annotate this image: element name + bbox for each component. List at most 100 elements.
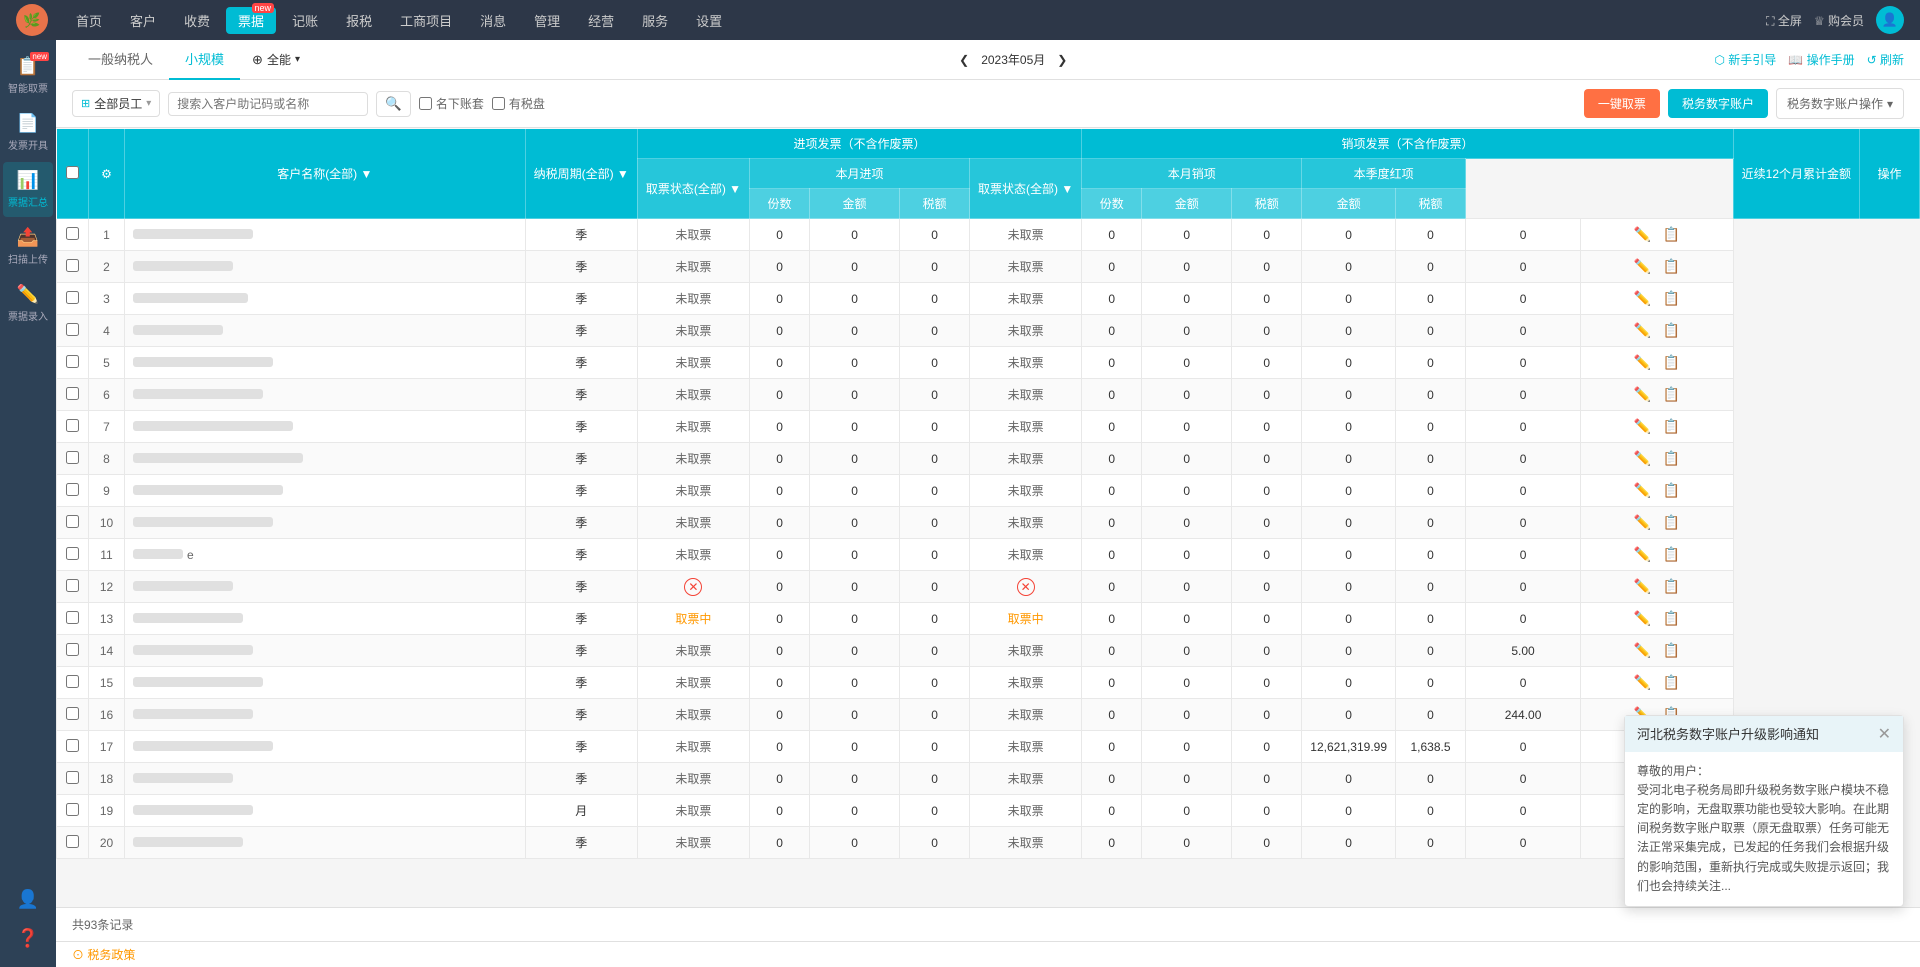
copy-btn[interactable]: 📋 xyxy=(1659,672,1684,693)
sidebar-item-ticket-summary[interactable]: 📊 票据汇总 xyxy=(3,162,53,217)
copy-btn[interactable]: 📋 xyxy=(1659,608,1684,629)
filter-has-tax-disk[interactable]: 有税盘 xyxy=(492,95,545,112)
fullscreen-btn[interactable]: ⛶ 全屏 xyxy=(1766,12,1802,29)
row-checkbox[interactable] xyxy=(66,483,79,496)
row-checkbox[interactable] xyxy=(66,707,79,720)
row-checkbox[interactable] xyxy=(66,643,79,656)
tab-small-scale[interactable]: 小规模 xyxy=(169,40,240,80)
copy-btn[interactable]: 📋 xyxy=(1659,448,1684,469)
sidebar-item-help[interactable]: ❓ xyxy=(3,920,53,957)
edit-btn[interactable]: ✏️ xyxy=(1630,512,1655,533)
tax-policy-bar[interactable]: ⊙ 税务政策 xyxy=(56,941,1920,967)
th-settings[interactable]: ⚙ xyxy=(89,129,125,219)
new-guide-btn[interactable]: ⬡ 新手引导 xyxy=(1714,51,1776,68)
nav-home[interactable]: 首页 xyxy=(64,7,114,34)
row-checkbox-cell[interactable] xyxy=(57,347,89,379)
row-checkbox[interactable] xyxy=(66,291,79,304)
nav-tickets[interactable]: 票据 new xyxy=(226,7,276,34)
copy-btn[interactable]: 📋 xyxy=(1659,384,1684,405)
nav-operations[interactable]: 经营 xyxy=(576,7,626,34)
edit-btn[interactable]: ✏️ xyxy=(1630,352,1655,373)
row-checkbox-cell[interactable] xyxy=(57,763,89,795)
row-checkbox[interactable] xyxy=(66,803,79,816)
th-in-fetch-status[interactable]: 取票状态(全部) ▼ xyxy=(637,159,749,219)
row-checkbox[interactable] xyxy=(66,355,79,368)
edit-btn[interactable]: ✏️ xyxy=(1630,480,1655,501)
period-next-btn[interactable]: ❯ xyxy=(1057,53,1067,67)
nav-accounting[interactable]: 记账 xyxy=(280,7,330,34)
edit-btn[interactable]: ✏️ xyxy=(1630,672,1655,693)
nav-clients[interactable]: 客户 xyxy=(118,7,168,34)
row-checkbox[interactable] xyxy=(66,675,79,688)
filter-under-account[interactable]: 名下账套 xyxy=(419,95,484,112)
row-checkbox-cell[interactable] xyxy=(57,251,89,283)
tab-general-taxpayer[interactable]: 一般纳税人 xyxy=(72,40,169,80)
copy-btn[interactable]: 📋 xyxy=(1659,256,1684,277)
row-checkbox[interactable] xyxy=(66,515,79,528)
row-checkbox[interactable] xyxy=(66,419,79,432)
row-checkbox[interactable] xyxy=(66,547,79,560)
row-checkbox-cell[interactable] xyxy=(57,795,89,827)
edit-btn[interactable]: ✏️ xyxy=(1630,608,1655,629)
manual-btn[interactable]: 📖 操作手册 xyxy=(1788,51,1854,68)
row-checkbox[interactable] xyxy=(66,323,79,336)
row-checkbox-cell[interactable] xyxy=(57,283,89,315)
edit-btn[interactable]: ✏️ xyxy=(1630,320,1655,341)
nav-service[interactable]: 服务 xyxy=(630,7,680,34)
sidebar-item-scan-upload[interactable]: 📤 扫描上传 xyxy=(3,219,53,274)
tax-ops-btn[interactable]: 税务数字账户操作 ▾ xyxy=(1776,88,1904,119)
nav-fees[interactable]: 收费 xyxy=(172,7,222,34)
tab-all-capable[interactable]: ⊕ 全能 ▾ xyxy=(240,51,312,68)
row-checkbox-cell[interactable] xyxy=(57,219,89,251)
member-btn[interactable]: ♕ 购会员 xyxy=(1814,12,1864,29)
user-avatar[interactable]: 👤 xyxy=(1876,6,1904,34)
notification-close-btn[interactable]: ✕ xyxy=(1878,724,1891,744)
edit-btn[interactable]: ✏️ xyxy=(1630,256,1655,277)
tax-disk-checkbox[interactable] xyxy=(492,97,505,110)
copy-btn[interactable]: 📋 xyxy=(1659,288,1684,309)
edit-btn[interactable]: ✏️ xyxy=(1630,576,1655,597)
edit-btn[interactable]: ✏️ xyxy=(1630,384,1655,405)
row-checkbox-cell[interactable] xyxy=(57,603,89,635)
row-checkbox-cell[interactable] xyxy=(57,635,89,667)
row-checkbox-cell[interactable] xyxy=(57,315,89,347)
row-checkbox-cell[interactable] xyxy=(57,699,89,731)
th-select-all[interactable] xyxy=(57,129,89,219)
sidebar-item-ticket-entry[interactable]: ✏️ 票据录入 xyxy=(3,276,53,331)
sidebar-item-invoice-open[interactable]: 📄 发票开具 xyxy=(3,105,53,160)
edit-btn[interactable]: ✏️ xyxy=(1630,224,1655,245)
edit-btn[interactable]: ✏️ xyxy=(1630,640,1655,661)
nav-tax[interactable]: 报税 xyxy=(334,7,384,34)
staff-select[interactable]: ⊞ 全部员工 ▾ xyxy=(72,90,160,117)
select-all-checkbox[interactable] xyxy=(66,166,79,179)
row-checkbox-cell[interactable] xyxy=(57,539,89,571)
row-checkbox[interactable] xyxy=(66,771,79,784)
row-checkbox[interactable] xyxy=(66,387,79,400)
nav-settings[interactable]: 设置 xyxy=(684,7,734,34)
row-checkbox-cell[interactable] xyxy=(57,731,89,763)
quick-ticket-btn[interactable]: 一键取票 xyxy=(1584,89,1660,118)
th-tax-period[interactable]: 纳税周期(全部) ▼ xyxy=(525,129,637,219)
row-checkbox-cell[interactable] xyxy=(57,507,89,539)
copy-btn[interactable]: 📋 xyxy=(1659,480,1684,501)
search-input[interactable] xyxy=(168,92,368,116)
copy-btn[interactable]: 📋 xyxy=(1659,576,1684,597)
edit-btn[interactable]: ✏️ xyxy=(1630,416,1655,437)
under-account-checkbox[interactable] xyxy=(419,97,432,110)
nav-business[interactable]: 工商项目 xyxy=(388,7,464,34)
row-checkbox-cell[interactable] xyxy=(57,827,89,859)
th-out-fetch-status[interactable]: 取票状态(全部) ▼ xyxy=(970,159,1082,219)
sidebar-item-smart-ticket[interactable]: 📋 智能取票 new xyxy=(3,48,53,103)
edit-btn[interactable]: ✏️ xyxy=(1630,544,1655,565)
copy-btn[interactable]: 📋 xyxy=(1659,544,1684,565)
row-checkbox[interactable] xyxy=(66,259,79,272)
search-button[interactable]: 🔍 xyxy=(376,91,411,117)
period-prev-btn[interactable]: ❮ xyxy=(959,53,969,67)
nav-manage[interactable]: 管理 xyxy=(522,7,572,34)
row-checkbox[interactable] xyxy=(66,835,79,848)
row-checkbox-cell[interactable] xyxy=(57,571,89,603)
row-checkbox-cell[interactable] xyxy=(57,379,89,411)
copy-btn[interactable]: 📋 xyxy=(1659,320,1684,341)
edit-btn[interactable]: ✏️ xyxy=(1630,288,1655,309)
edit-btn[interactable]: ✏️ xyxy=(1630,448,1655,469)
